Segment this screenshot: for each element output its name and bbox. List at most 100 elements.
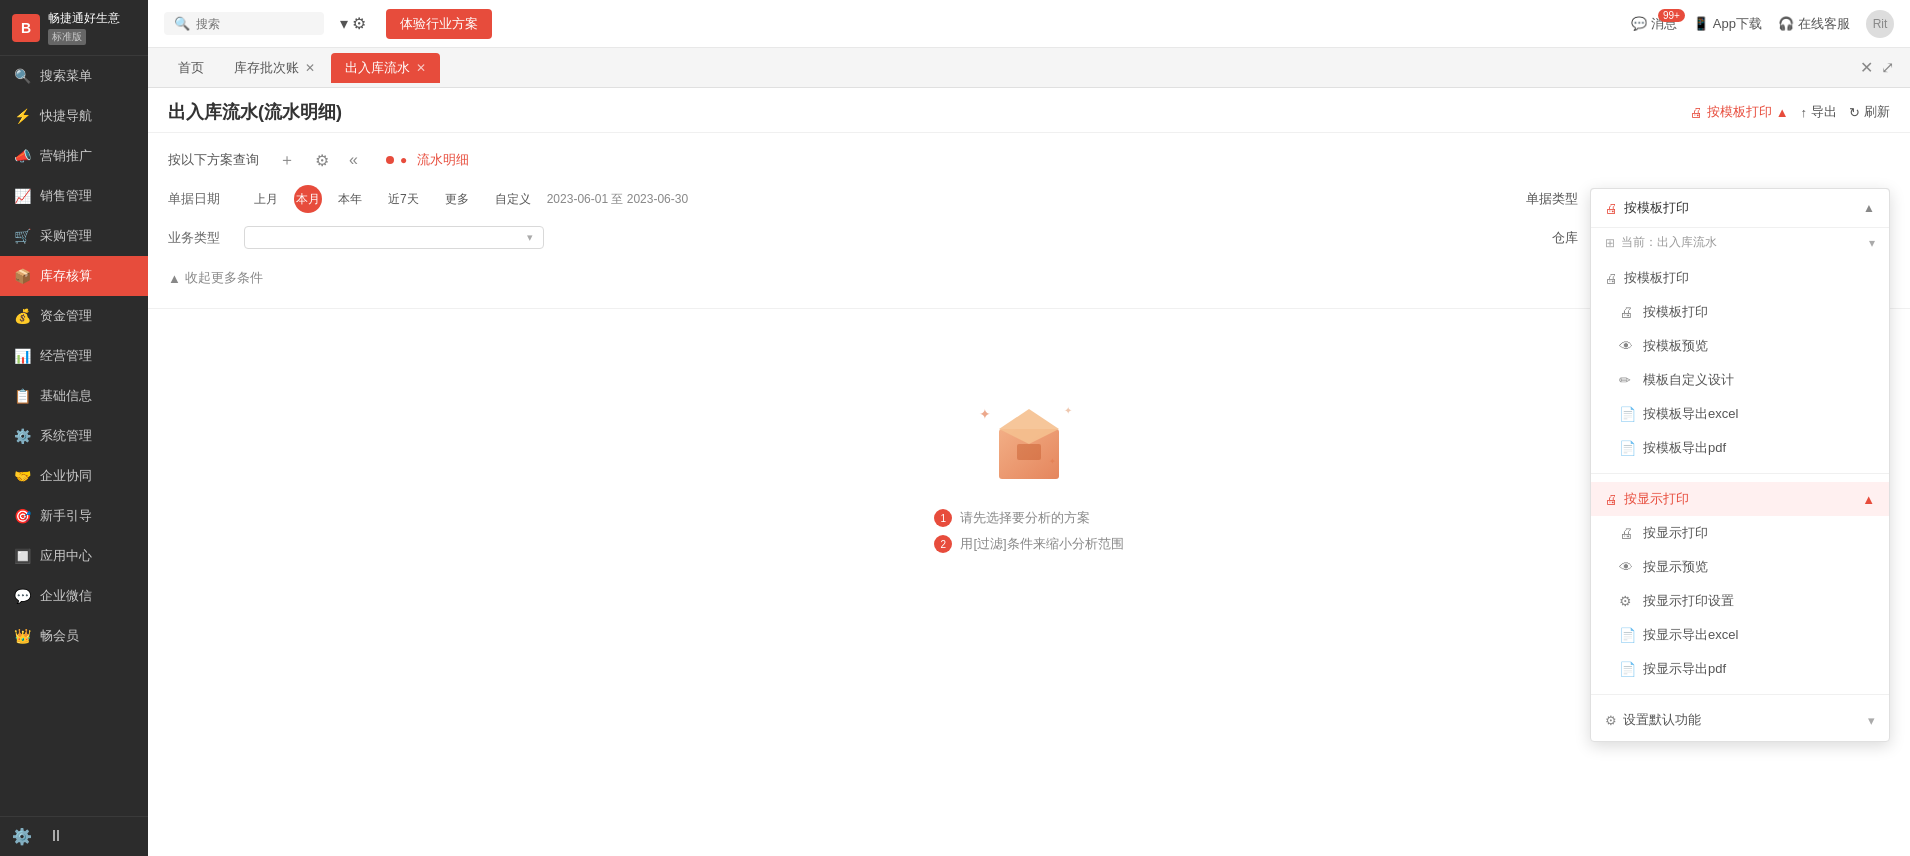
display-settings-item[interactable]: ⚙ 按显示打印设置 — [1591, 584, 1889, 618]
sidebar-item-purchase[interactable]: 🛒 采购管理 — [0, 216, 148, 256]
collapse-filter-icon[interactable]: « — [349, 151, 358, 169]
export-btn[interactable]: ↑ 导出 — [1801, 103, 1838, 121]
business-type-chevron: ▾ — [527, 231, 533, 244]
app-download-item[interactable]: 📱 App下载 — [1693, 15, 1762, 33]
svg-text:✦: ✦ — [1064, 405, 1072, 416]
sidebar-item-search[interactable]: 🔍 搜索菜单 — [0, 56, 148, 96]
display-preview-icon: 👁 — [1619, 559, 1635, 575]
collapse-btn[interactable]: ▲ 收起更多条件 — [168, 269, 263, 287]
tab-flow[interactable]: 出入库流水 ✕ — [331, 53, 440, 83]
tab-bar: 首页 库存批次账 ✕ 出入库流水 ✕ ✕ ⤢ — [148, 48, 1910, 88]
date-more[interactable]: 更多 — [435, 188, 479, 211]
sidebar-item-inventory[interactable]: 📦 库存核算 — [0, 256, 148, 296]
page-header: 出入库流水(流水明细) 🖨 按模板打印 ▲ ↑ 导出 ↻ 刷新 — [148, 88, 1910, 133]
flow-detail-dot — [386, 156, 394, 164]
display-preview-item[interactable]: 👁 按显示预览 — [1591, 550, 1889, 584]
search-input[interactable] — [196, 17, 296, 31]
gear-icon[interactable]: ⚙ — [352, 14, 366, 33]
message-item[interactable]: 💬 消息 99+ — [1631, 15, 1677, 33]
tab-batch[interactable]: 库存批次账 ✕ — [220, 53, 329, 83]
refresh-icon: ↻ — [1849, 105, 1860, 120]
flow-detail-item[interactable]: ● 流水明细 — [386, 147, 469, 173]
tab-bar-right: ✕ ⤢ — [1860, 58, 1894, 77]
date-last-month[interactable]: 上月 — [244, 188, 288, 211]
user-item[interactable]: Rit — [1866, 10, 1894, 38]
message-badge: 99+ — [1658, 9, 1685, 22]
sidebar-item-member[interactable]: 👑 畅会员 — [0, 616, 148, 656]
business-type-select[interactable]: ▾ — [244, 226, 544, 249]
settings-bottom-icon[interactable]: ⚙️ — [12, 827, 32, 846]
date-this-year[interactable]: 本年 — [328, 188, 372, 211]
display-pdf-icon: 📄 — [1619, 661, 1635, 677]
sidebar-item-enterprise[interactable]: 🤝 企业协同 — [0, 456, 148, 496]
sidebar-item-guide[interactable]: 🎯 新手引导 — [0, 496, 148, 536]
doc-type-label: 单据类型 — [1526, 190, 1578, 208]
sidebar: B 畅捷通好生意 标准版 🔍 搜索菜单 ⚡ 快捷导航 📣 营销推广 📈 销售管理… — [0, 0, 148, 856]
sidebar-item-operation[interactable]: 📊 经营管理 — [0, 336, 148, 376]
export-icon: ↑ — [1801, 105, 1808, 120]
date-7days[interactable]: 近7天 — [378, 188, 429, 211]
tab-home[interactable]: 首页 — [164, 53, 218, 83]
sidebar-item-marketing[interactable]: 📣 营销推广 — [0, 136, 148, 176]
online-service-item[interactable]: 🎧 在线客服 — [1778, 15, 1850, 33]
chevron-down-icon[interactable]: ▾ — [340, 14, 348, 33]
header-search-box[interactable]: 🔍 — [164, 12, 324, 35]
dropdown-separator-2 — [1591, 694, 1889, 695]
pause-bottom-icon[interactable]: ⏸ — [48, 827, 64, 846]
display-excel-item[interactable]: 📄 按显示导出excel — [1591, 618, 1889, 652]
settings-filter-icon[interactable]: ⚙ — [315, 151, 329, 170]
tab-close-all-icon[interactable]: ✕ — [1860, 58, 1873, 77]
date-filter-label: 单据日期 — [168, 190, 228, 208]
tab-flow-close[interactable]: ✕ — [416, 61, 426, 75]
tab-batch-close[interactable]: ✕ — [305, 61, 315, 75]
template-excel-item[interactable]: 📄 按模板导出excel — [1591, 397, 1889, 431]
business-type-label: 业务类型 — [168, 229, 228, 247]
chevron-up-dropdown-icon[interactable]: ▲ — [1863, 201, 1875, 215]
logo-text: 畅捷通好生意 标准版 — [48, 10, 120, 45]
date-custom[interactable]: 自定义 — [485, 188, 541, 211]
sidebar-item-finance[interactable]: 💰 资金管理 — [0, 296, 148, 336]
add-filter-icon[interactable]: ＋ — [279, 150, 295, 171]
trial-button[interactable]: 体验行业方案 — [386, 9, 492, 39]
print-template-btn[interactable]: 🖨 按模板打印 ▲ — [1690, 103, 1789, 121]
default-settings-icon: ⚙ — [1605, 713, 1617, 728]
template-custom-icon: ✏ — [1619, 372, 1635, 388]
display-section-header[interactable]: 🖨 按显示打印 ▲ — [1591, 482, 1889, 516]
print-header-icon: 🖨 — [1605, 201, 1618, 216]
template-print-item[interactable]: 🖨 按模板打印 — [1591, 295, 1889, 329]
sidebar-item-sales[interactable]: 📈 销售管理 — [0, 176, 148, 216]
date-this-month[interactable]: 本月 — [294, 185, 322, 213]
sidebar-item-appcenter[interactable]: 🔲 应用中心 — [0, 536, 148, 576]
template-section-header[interactable]: 🖨 按模板打印 — [1591, 261, 1889, 295]
current-chevron-icon[interactable]: ▾ — [1869, 236, 1875, 250]
enterprise-icon: 🤝 — [12, 466, 32, 486]
display-pdf-item[interactable]: 📄 按显示导出pdf — [1591, 652, 1889, 686]
member-icon: 👑 — [12, 626, 32, 646]
sidebar-item-quicknav[interactable]: ⚡ 快捷导航 — [0, 96, 148, 136]
empty-illustration: ✦ ✦ ✦ — [969, 389, 1089, 489]
finance-icon: 💰 — [12, 306, 32, 326]
svg-rect-2 — [1017, 444, 1041, 460]
default-settings-chevron: ▾ — [1868, 713, 1875, 728]
quicknav-icon: ⚡ — [12, 106, 32, 126]
message-icon: 💬 — [1631, 16, 1647, 31]
main-area: 🔍 ▾ ⚙ 体验行业方案 💬 消息 99+ 📱 App下载 🎧 在线客服 — [148, 0, 1910, 856]
default-settings-header[interactable]: ⚙ 设置默认功能 ▾ — [1591, 703, 1889, 737]
sidebar-item-system[interactable]: ⚙️ 系统管理 — [0, 416, 148, 456]
empty-svg: ✦ ✦ ✦ — [969, 389, 1089, 489]
sidebar-item-wechat[interactable]: 💬 企业微信 — [0, 576, 148, 616]
operation-icon: 📊 — [12, 346, 32, 366]
sidebar-logo: B 畅捷通好生意 标准版 — [0, 0, 148, 56]
template-pdf-item[interactable]: 📄 按模板导出pdf — [1591, 431, 1889, 465]
template-custom-item[interactable]: ✏ 模板自定义设计 — [1591, 363, 1889, 397]
display-print-item[interactable]: 🖨 按显示打印 — [1591, 516, 1889, 550]
sidebar-item-basic[interactable]: 📋 基础信息 — [0, 376, 148, 416]
chevron-up-icon: ▲ — [1776, 105, 1789, 120]
template-pdf-icon: 📄 — [1619, 440, 1635, 456]
sales-icon: 📈 — [12, 186, 32, 206]
template-preview-item[interactable]: 👁 按模板预览 — [1591, 329, 1889, 363]
search-icon: 🔍 — [174, 16, 190, 31]
default-settings-section: ⚙ 设置默认功能 ▾ — [1591, 699, 1889, 741]
tab-expand-icon[interactable]: ⤢ — [1881, 58, 1894, 77]
refresh-btn[interactable]: ↻ 刷新 — [1849, 103, 1890, 121]
